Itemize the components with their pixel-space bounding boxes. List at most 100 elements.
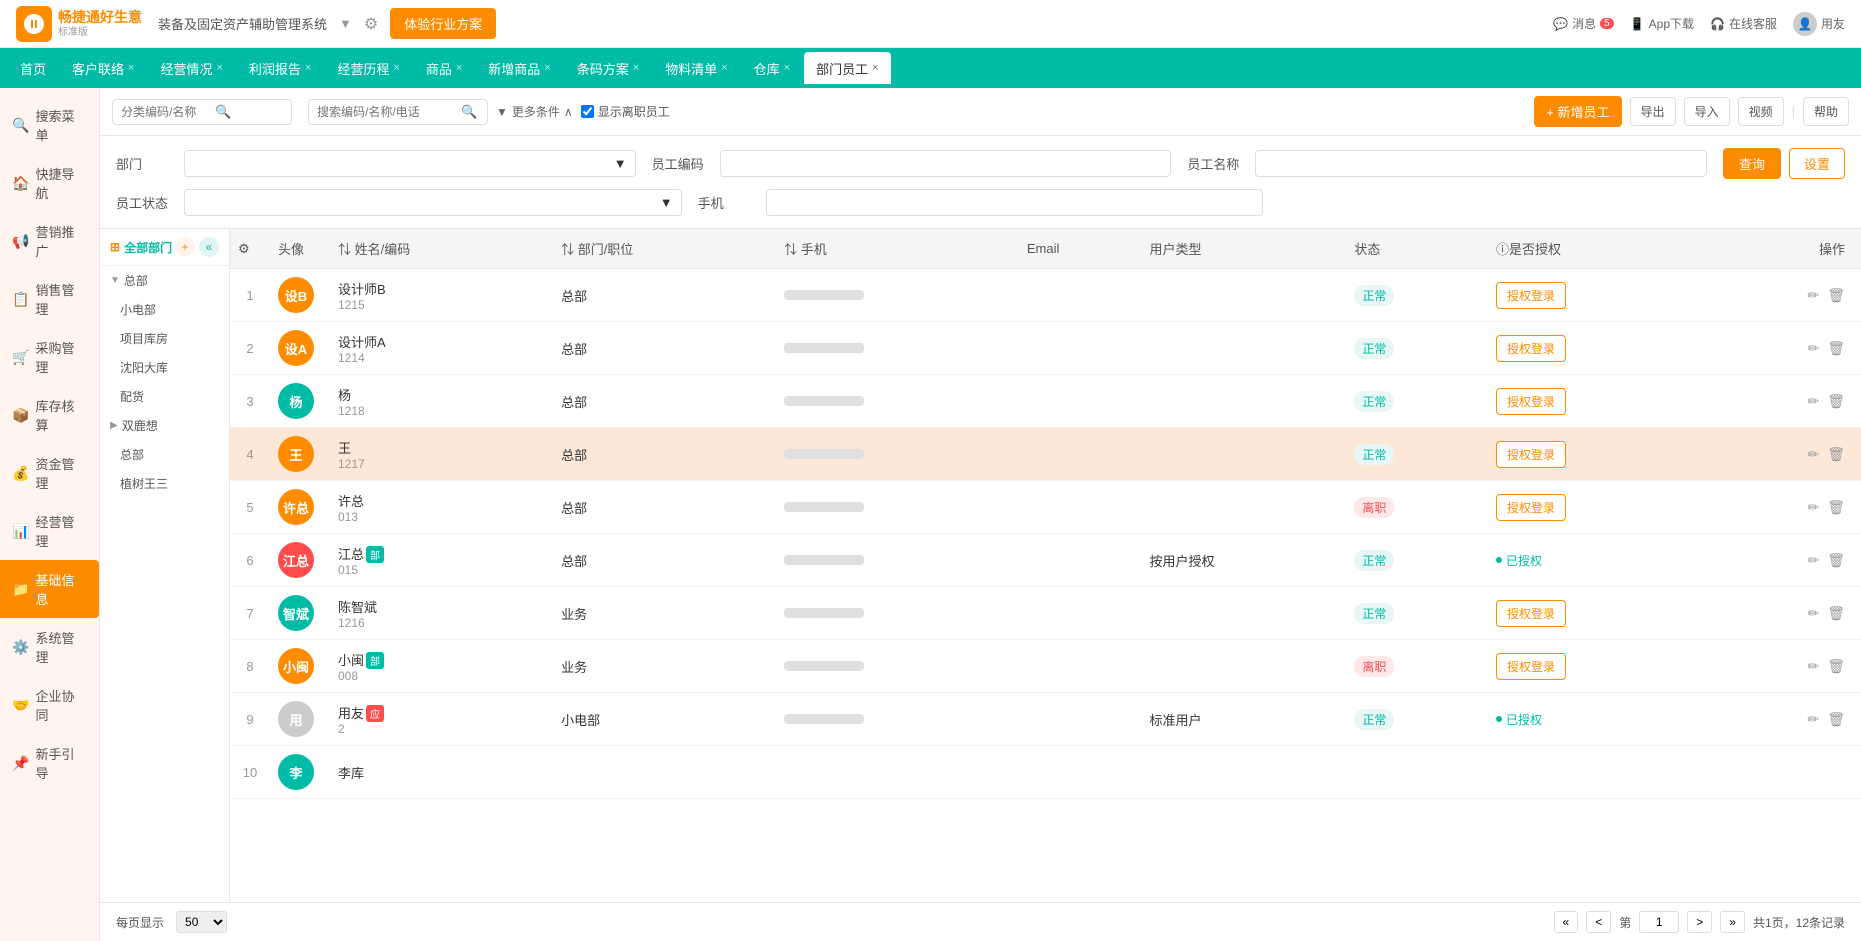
employee-search-icon[interactable]: 🔍 [461,104,477,120]
help-button[interactable]: 帮助 [1803,97,1849,126]
close-icon[interactable]: × [393,62,399,74]
service-btn[interactable]: 🎧 在线客服 [1710,15,1777,32]
tab-goods[interactable]: 商品 × [414,52,474,84]
nav-shortcut[interactable]: 🏠 快捷导航 [0,154,99,212]
nav-inventory[interactable]: 📦 库存核算 [0,386,99,444]
dept-search-box[interactable]: 🔍 [112,99,292,125]
dept-tree-shuangluxiang[interactable]: ▶ 双鹿想 [100,411,229,440]
nav-finance[interactable]: 💰 资金管理 [0,444,99,502]
col-dept[interactable]: ⇅ 部门/职位 [553,229,776,269]
col-phone[interactable]: ⇅ 手机 [776,229,1019,269]
more-filter-btn[interactable]: ▼ 更多条件 ∧ [496,103,573,120]
edit-icon[interactable]: ✏ [1807,711,1819,728]
delete-icon[interactable]: 🗑 [1827,393,1845,410]
close-icon[interactable]: × [544,62,550,74]
nav-collab[interactable]: 🤝 企业协同 [0,676,99,734]
edit-icon[interactable]: ✏ [1807,393,1819,410]
message-btn[interactable]: 💬 消息 5 [1553,15,1614,32]
edit-icon[interactable]: ✏ [1807,552,1819,569]
auth-login-button[interactable]: 授权登录 [1496,600,1566,627]
close-icon[interactable]: × [721,62,727,74]
close-icon[interactable]: × [872,62,878,74]
nav-business[interactable]: 📊 经营管理 [0,502,99,560]
dept-item-shenyang[interactable]: 沈阳大库 [100,353,229,382]
page-input[interactable] [1639,911,1679,933]
delete-icon[interactable]: 🗑 [1827,499,1845,516]
employee-search-input[interactable] [317,105,457,119]
export-button[interactable]: 导出 [1630,97,1676,126]
emp-status-select[interactable]: ▼ [184,189,682,216]
dept-item-project[interactable]: 项目库房 [100,324,229,353]
edit-icon[interactable]: ✏ [1807,605,1819,622]
edit-icon[interactable]: ✏ [1807,446,1819,463]
edit-icon[interactable]: ✏ [1807,499,1819,516]
nav-system[interactable]: ⚙️ 系统管理 [0,618,99,676]
nav-basic-info[interactable]: 📁 基础信息 [0,560,99,618]
edit-icon[interactable]: ✏ [1807,658,1819,675]
user-btn[interactable]: 👤 用友 [1793,12,1845,36]
dept-item-small-elec[interactable]: 小电部 [100,295,229,324]
auth-login-button[interactable]: 授权登录 [1496,494,1566,521]
delete-icon[interactable]: 🗑 [1827,446,1845,463]
next-page-btn[interactable]: > [1687,911,1712,933]
tab-profit[interactable]: 利润报告 × [237,52,323,84]
query-button[interactable]: 查询 [1723,148,1781,179]
trial-button[interactable]: 体验行业方案 [390,8,496,39]
close-icon[interactable]: × [216,62,222,74]
close-icon[interactable]: × [305,62,311,74]
dept-tree-general[interactable]: ▼ 总部 [100,266,229,295]
tab-dept-staff[interactable]: 部门员工 × [804,52,890,84]
delete-icon[interactable]: 🗑 [1827,605,1845,622]
auth-login-button[interactable]: 授权登录 [1496,282,1566,309]
collapse-dept-btn[interactable]: « [199,237,219,257]
phone-input[interactable] [766,189,1264,216]
nav-search[interactable]: 🔍 搜索菜单 [0,96,99,154]
col-name[interactable]: ⇅ 姓名/编码 [330,229,553,269]
last-page-btn[interactable]: » [1720,911,1745,933]
emp-name-input[interactable] [1255,150,1707,177]
first-page-btn[interactable]: « [1554,911,1579,933]
close-icon[interactable]: × [456,62,462,74]
dept-item-headquarters[interactable]: 总部 [100,440,229,469]
auth-login-button[interactable]: 授权登录 [1496,335,1566,362]
tab-barcode[interactable]: 条码方案 × [565,52,651,84]
delete-icon[interactable]: 🗑 [1827,287,1845,304]
import-button[interactable]: 导入 [1684,97,1730,126]
view-button[interactable]: 视频 [1738,97,1784,126]
nav-marketing[interactable]: 📢 营销推广 [0,212,99,270]
tab-add-goods[interactable]: 新增商品 × [476,52,562,84]
close-icon[interactable]: × [128,62,134,74]
tab-history[interactable]: 经营历程 × [325,52,411,84]
set-button[interactable]: 设置 [1789,148,1845,179]
dropdown-icon[interactable]: ▼ [339,16,352,31]
tab-bom[interactable]: 物料清单 × [653,52,739,84]
emp-code-input[interactable] [720,150,1172,177]
col-settings[interactable]: ⚙ [230,229,270,269]
auth-login-button[interactable]: 授权登录 [1496,388,1566,415]
edit-icon[interactable]: ✏ [1807,340,1819,357]
employee-search-box[interactable]: 🔍 [308,99,488,125]
per-page-select[interactable]: 50 100 [176,911,227,933]
prev-page-btn[interactable]: < [1586,911,1611,933]
show-resigned-checkbox[interactable]: 显示离职员工 [581,103,670,120]
dept-select[interactable]: ▼ [184,150,636,177]
delete-icon[interactable]: 🗑 [1827,711,1845,728]
dept-search-input[interactable] [121,105,211,119]
dept-item-zhishu[interactable]: 植树王三 [100,469,229,498]
tab-home[interactable]: 首页 [8,52,58,84]
auth-login-button[interactable]: 授权登录 [1496,653,1566,680]
close-icon[interactable]: × [633,62,639,74]
resigned-checkbox-input[interactable] [581,105,594,118]
add-dept-btn[interactable]: + [175,237,195,257]
delete-icon[interactable]: 🗑 [1827,340,1845,357]
nav-guide[interactable]: 📌 新手引导 [0,734,99,792]
tab-customer[interactable]: 客户联络 × [60,52,146,84]
dept-search-icon[interactable]: 🔍 [215,104,231,120]
edit-icon[interactable]: ✏ [1807,287,1819,304]
tab-warehouse[interactable]: 仓库 × [742,52,802,84]
delete-icon[interactable]: 🗑 [1827,552,1845,569]
settings-icon[interactable]: ⚙ [364,14,378,34]
nav-purchase[interactable]: 🛒 采购管理 [0,328,99,386]
nav-sales[interactable]: 📋 销售管理 [0,270,99,328]
tab-operation[interactable]: 经营情况 × [148,52,234,84]
